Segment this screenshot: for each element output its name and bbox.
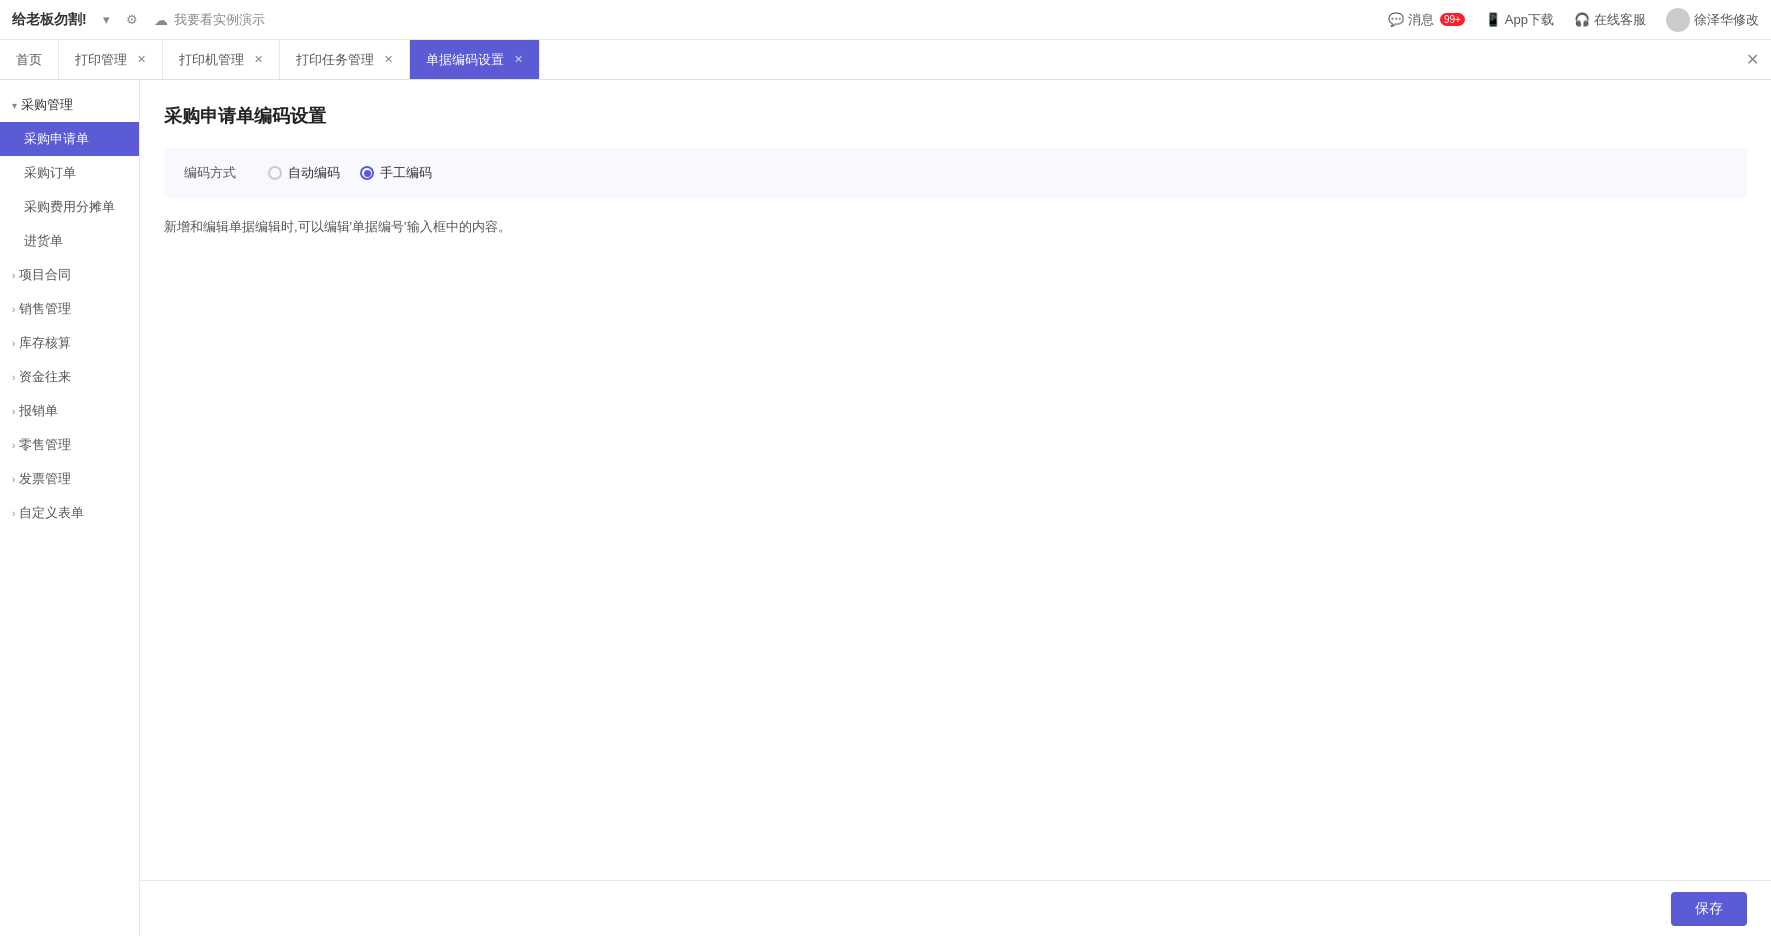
invoice-label: 发票管理 [19, 470, 71, 488]
tab-bar-close-button[interactable]: ✕ [1734, 40, 1771, 79]
tab-code-setting[interactable]: 单据编码设置 ✕ [410, 40, 540, 79]
retail-label: 零售管理 [19, 436, 71, 454]
tab-print-task-label: 打印任务管理 [296, 51, 374, 69]
message-icon: 💬 [1388, 12, 1404, 27]
invoice-arrow: › [12, 474, 15, 485]
tab-print-task-close[interactable]: ✕ [384, 53, 393, 66]
manual-code-option[interactable]: 手工编码 [360, 164, 432, 182]
manual-code-radio[interactable] [360, 166, 374, 180]
encoding-radio-group: 自动编码 手工编码 [268, 164, 432, 182]
project-label: 项目合同 [19, 266, 71, 284]
sidebar-group-retail[interactable]: › 零售管理 [0, 428, 139, 462]
top-bar-left: 给老板勿割! ▾ ⚙ ☁ 我要看实例演示 [12, 11, 265, 29]
sidebar-group-custom[interactable]: › 自定义表单 [0, 496, 139, 530]
sidebar-group-inventory[interactable]: › 库存核算 [0, 326, 139, 360]
sidebar-item-purchase-expense[interactable]: 采购费用分摊单 [0, 190, 139, 224]
tab-printer-management-close[interactable]: ✕ [254, 53, 263, 66]
encoding-label: 编码方式 [184, 164, 244, 182]
cloud-icon: ☁ [154, 12, 168, 28]
service-label: 在线客服 [1594, 11, 1646, 29]
main-layout: ▾ 采购管理 采购申请单 采购订单 采购费用分摊单 进货单 › 项目合同 › 销… [0, 80, 1771, 936]
sidebar: ▾ 采购管理 采购申请单 采购订单 采购费用分摊单 进货单 › 项目合同 › 销… [0, 80, 140, 936]
sidebar-group-project[interactable]: › 项目合同 [0, 258, 139, 292]
sidebar-group-purchase[interactable]: ▾ 采购管理 [0, 88, 139, 122]
dropdown-icon[interactable]: ▾ [103, 12, 110, 27]
expense-arrow: › [12, 406, 15, 417]
sidebar-group-sales[interactable]: › 销售管理 [0, 292, 139, 326]
user-avatar-button[interactable]: 徐泽华修改 [1666, 8, 1759, 32]
headset-icon: 🎧 [1574, 12, 1590, 27]
search-bar[interactable]: ☁ 我要看实例演示 [154, 11, 265, 29]
tab-printer-management-label: 打印机管理 [179, 51, 244, 69]
online-service-button[interactable]: 🎧 在线客服 [1574, 11, 1646, 29]
purchase-group-label: 采购管理 [21, 96, 73, 114]
purchase-expense-label: 采购费用分摊单 [24, 199, 115, 214]
auto-code-option[interactable]: 自动编码 [268, 164, 340, 182]
purchase-group-arrow: ▾ [12, 100, 17, 111]
auto-code-radio[interactable] [268, 166, 282, 180]
user-name: 徐泽华修改 [1694, 11, 1759, 29]
finance-label: 资金往来 [19, 368, 71, 386]
sales-arrow: › [12, 304, 15, 315]
sidebar-item-purchase-request[interactable]: 采购申请单 [0, 122, 139, 156]
purchase-order-label: 采购订单 [24, 165, 76, 180]
sidebar-group-invoice[interactable]: › 发票管理 [0, 462, 139, 496]
sidebar-item-purchase-order[interactable]: 采购订单 [0, 156, 139, 190]
tab-print-management-label: 打印管理 [75, 51, 127, 69]
expense-label: 报销单 [19, 402, 58, 420]
save-button[interactable]: 保存 [1671, 892, 1747, 926]
inventory-arrow: › [12, 338, 15, 349]
tab-home-label: 首页 [16, 51, 42, 69]
retail-arrow: › [12, 440, 15, 451]
message-button[interactable]: 💬 消息 99+ [1388, 11, 1465, 29]
settings-icon[interactable]: ⚙ [126, 12, 138, 27]
search-text: 我要看实例演示 [174, 11, 265, 29]
encoding-row: 编码方式 自动编码 手工编码 [184, 164, 1727, 182]
description-text: 新增和编辑单据编辑时,可以编辑'单据编号'输入框中的内容。 [164, 218, 1747, 236]
tab-print-task[interactable]: 打印任务管理 ✕ [280, 40, 410, 79]
tab-code-setting-close[interactable]: ✕ [514, 53, 523, 66]
sidebar-group-finance[interactable]: › 资金往来 [0, 360, 139, 394]
tab-print-management[interactable]: 打印管理 ✕ [59, 40, 163, 79]
custom-arrow: › [12, 508, 15, 519]
content-area: 采购申请单编码设置 编码方式 自动编码 手工编码 [140, 80, 1771, 936]
tab-home[interactable]: 首页 [0, 40, 59, 79]
content-inner: 采购申请单编码设置 编码方式 自动编码 手工编码 [140, 80, 1771, 880]
content-footer: 保存 [140, 880, 1771, 936]
sidebar-group-expense[interactable]: › 报销单 [0, 394, 139, 428]
custom-label: 自定义表单 [19, 504, 84, 522]
brand-title: 给老板勿割! [12, 11, 87, 29]
tab-code-setting-label: 单据编码设置 [426, 51, 504, 69]
sidebar-item-purchase-receipt[interactable]: 进货单 [0, 224, 139, 258]
phone-icon: 📱 [1485, 12, 1501, 27]
project-arrow: › [12, 270, 15, 281]
message-label: 消息 [1408, 11, 1434, 29]
tab-print-management-close[interactable]: ✕ [137, 53, 146, 66]
purchase-request-label: 采购申请单 [24, 131, 89, 146]
message-badge: 99+ [1440, 13, 1465, 26]
encoding-setting-section: 编码方式 自动编码 手工编码 [164, 148, 1747, 198]
sales-label: 销售管理 [19, 300, 71, 318]
avatar-icon [1666, 8, 1690, 32]
app-download-label: App下载 [1505, 11, 1554, 29]
finance-arrow: › [12, 372, 15, 383]
inventory-label: 库存核算 [19, 334, 71, 352]
auto-code-label: 自动编码 [288, 164, 340, 182]
manual-code-label: 手工编码 [380, 164, 432, 182]
top-bar-right: 💬 消息 99+ 📱 App下载 🎧 在线客服 徐泽华修改 [1388, 8, 1759, 32]
tab-bar: 首页 打印管理 ✕ 打印机管理 ✕ 打印任务管理 ✕ 单据编码设置 ✕ ✕ [0, 40, 1771, 80]
tab-printer-management[interactable]: 打印机管理 ✕ [163, 40, 280, 79]
page-title: 采购申请单编码设置 [164, 104, 1747, 128]
top-bar: 给老板勿割! ▾ ⚙ ☁ 我要看实例演示 💬 消息 99+ 📱 App下载 🎧 … [0, 0, 1771, 40]
app-download-button[interactable]: 📱 App下载 [1485, 11, 1554, 29]
purchase-receipt-label: 进货单 [24, 233, 63, 248]
